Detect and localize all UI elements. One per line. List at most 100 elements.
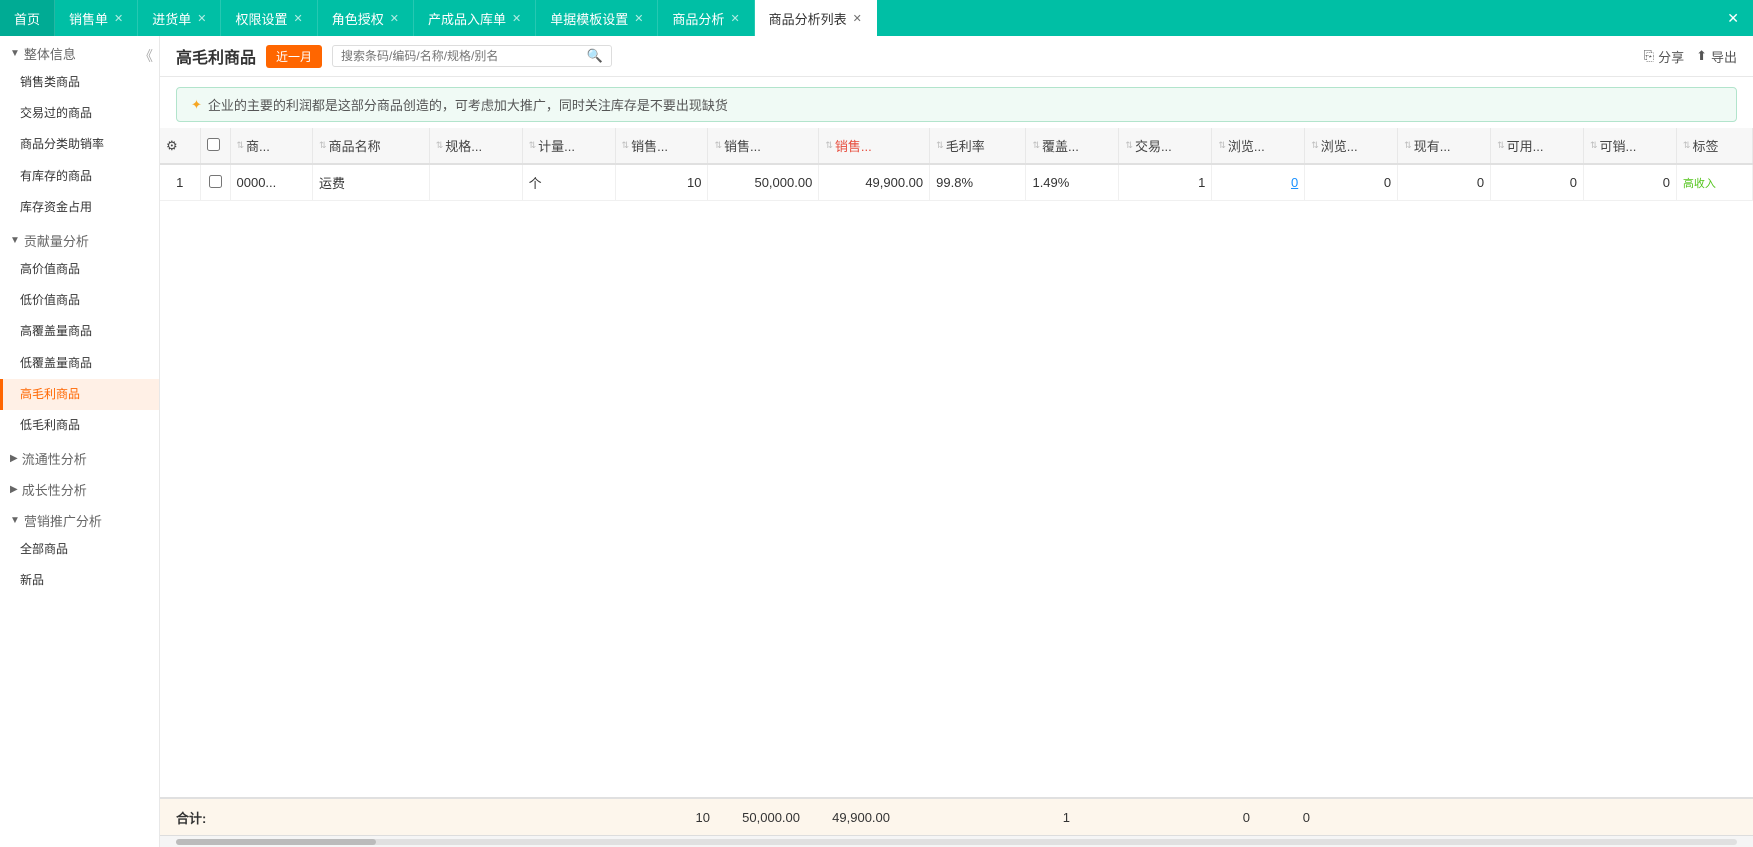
footer-sales-amt: 50,000.00 <box>716 810 806 825</box>
nav-product-analysis-list[interactable]: 商品分析列表 ✕ <box>755 0 877 36</box>
search-box: 🔍 <box>332 45 612 67</box>
col-available-stock[interactable]: ⇅可用... <box>1491 128 1584 164</box>
sidebar-item-new-goods[interactable]: 新品 <box>0 565 159 596</box>
footer-sales-profit: 49,900.00 <box>806 810 896 825</box>
sidebar-group-marketing[interactable]: ▼ 营销推广分析 <box>0 503 159 534</box>
page-title: 高毛利商品 <box>176 44 256 68</box>
row-sales-qty: 10 <box>615 164 708 201</box>
window-close-button[interactable]: ✕ <box>1713 10 1753 27</box>
col-saleable-stock[interactable]: ⇅可销... <box>1584 128 1677 164</box>
bulb-icon: ✦ <box>191 97 202 113</box>
sidebar-item-traded-goods[interactable]: 交易过的商品 <box>0 98 159 129</box>
sidebar-item-high-margin[interactable]: 高毛利商品 <box>0 379 159 410</box>
row-seq: 1 <box>160 164 200 201</box>
sidebar-item-high-coverage[interactable]: 高覆盖量商品 <box>0 316 159 347</box>
col-unit[interactable]: ⇅计量... <box>522 128 615 164</box>
row-unit: 个 <box>522 164 615 201</box>
col-sales-profit[interactable]: ⇅销售... <box>819 128 930 164</box>
row-tag: 高收入 <box>1676 164 1752 201</box>
nav-template-settings[interactable]: 单据模板设置 ✕ <box>536 0 658 36</box>
share-icon: ⎘ <box>1644 48 1654 64</box>
row-checkbox[interactable] <box>200 164 230 201</box>
search-input[interactable] <box>341 49 587 63</box>
col-code[interactable]: ⇅商... <box>230 128 313 164</box>
row-browse2: 0 <box>1305 164 1398 201</box>
row-name: 运费 <box>313 164 430 201</box>
sidebar-item-stocked-goods[interactable]: 有库存的商品 <box>0 161 159 192</box>
col-browse2[interactable]: ⇅浏览... <box>1305 128 1398 164</box>
footer-trade: 1 <box>1016 810 1076 825</box>
nav-close-icon[interactable]: ✕ <box>294 12 303 25</box>
sidebar-item-low-coverage[interactable]: 低覆盖量商品 <box>0 348 159 379</box>
sidebar-item-sales-goods[interactable]: 销售类商品 <box>0 67 159 98</box>
nav-close-icon[interactable]: ✕ <box>197 12 206 25</box>
sidebar-item-category-rate[interactable]: 商品分类助销率 <box>0 129 159 160</box>
sidebar-item-all-goods[interactable]: 全部商品 <box>0 534 159 565</box>
col-coverage[interactable]: ⇅覆盖... <box>1026 128 1119 164</box>
nav-purchase-order[interactable]: 进货单 ✕ <box>138 0 221 36</box>
row-sales-profit: 49,900.00 <box>819 164 930 201</box>
sidebar-group-contribution[interactable]: ▼ 贡献量分析 <box>0 223 159 254</box>
col-current-stock[interactable]: ⇅现有... <box>1398 128 1491 164</box>
sidebar-item-low-value[interactable]: 低价值商品 <box>0 285 159 316</box>
info-banner: ✦ 企业的主要的利润都是这部分商品创造的，可考虑加大推广，同时关注库存是不要出现… <box>176 87 1737 122</box>
row-spec <box>429 164 522 201</box>
sidebar-collapse-button[interactable]: 《 <box>139 46 153 66</box>
col-settings[interactable]: ⚙ <box>160 128 200 164</box>
footer-total-row: 合计: 10 50,000.00 49,900.00 1 0 0 <box>160 797 1753 835</box>
sidebar-group-overview[interactable]: ▼ 整体信息 <box>0 36 159 67</box>
sidebar-item-high-value[interactable]: 高价值商品 <box>0 254 159 285</box>
nav-close-icon[interactable]: ✕ <box>390 12 399 25</box>
nav-role-auth[interactable]: 角色授权 ✕ <box>318 0 414 36</box>
nav-permission-settings[interactable]: 权限设置 ✕ <box>221 0 317 36</box>
main-layout: 《 ▼ 整体信息 销售类商品 交易过的商品 商品分类助销率 有库存的商品 库存资… <box>0 36 1753 847</box>
share-button[interactable]: ⎘ 分享 <box>1644 47 1684 66</box>
nav-sales-order[interactable]: 销售单 ✕ <box>55 0 138 36</box>
sidebar-group-growth[interactable]: ▶ 成长性分析 <box>0 472 159 503</box>
col-name[interactable]: ⇅商品名称 <box>313 128 430 164</box>
footer-label: 合计: <box>176 808 296 827</box>
select-all-checkbox[interactable] <box>207 138 220 151</box>
horizontal-scrollbar[interactable] <box>160 835 1753 847</box>
scroll-thumb[interactable] <box>176 839 376 845</box>
content-header: 高毛利商品 近一月 🔍 ⎘ 分享 ⬆ 导出 <box>160 36 1753 77</box>
table-wrapper: ⚙ ⇅商... ⇅商品名称 ⇅规格... ⇅计量... ⇅销售... ⇅销售..… <box>160 128 1753 797</box>
nav-close-icon[interactable]: ✕ <box>634 12 643 25</box>
sidebar: 《 ▼ 整体信息 销售类商品 交易过的商品 商品分类助销率 有库存的商品 库存资… <box>0 36 160 847</box>
col-trade[interactable]: ⇅交易... <box>1119 128 1212 164</box>
nav-home[interactable]: 首页 <box>0 0 55 36</box>
col-gross-margin[interactable]: ⇅毛利率 <box>930 128 1026 164</box>
nav-product-analysis[interactable]: 商品分析 ✕ <box>658 0 754 36</box>
nav-close-icon[interactable]: ✕ <box>853 12 862 25</box>
nav-close-icon[interactable]: ✕ <box>512 12 521 25</box>
col-spec[interactable]: ⇅规格... <box>429 128 522 164</box>
nav-close-icon[interactable]: ✕ <box>730 12 739 25</box>
col-tag[interactable]: ⇅标签 <box>1676 128 1752 164</box>
top-navigation: 首页 销售单 ✕ 进货单 ✕ 权限设置 ✕ 角色授权 ✕ 产成品入库单 ✕ 单据… <box>0 0 1753 36</box>
time-filter-button[interactable]: 近一月 <box>266 45 322 68</box>
footer-values: 10 50,000.00 49,900.00 1 0 0 <box>296 810 1737 825</box>
export-icon: ⬆ <box>1696 48 1707 64</box>
nav-close-icon[interactable]: ✕ <box>114 12 123 25</box>
col-sales-amt[interactable]: ⇅销售... <box>708 128 819 164</box>
scroll-track <box>176 839 1737 845</box>
col-checkbox[interactable] <box>200 128 230 164</box>
nav-product-instock[interactable]: 产成品入库单 ✕ <box>414 0 536 36</box>
col-sales-qty[interactable]: ⇅销售... <box>615 128 708 164</box>
footer-current-stock: 0 <box>1196 810 1256 825</box>
chevron-down-icon: ▼ <box>10 515 20 526</box>
export-button[interactable]: ⬆ 导出 <box>1696 47 1737 66</box>
row-code: 0000... <box>230 164 313 201</box>
sidebar-item-capital-usage[interactable]: 库存资金占用 <box>0 192 159 223</box>
sidebar-group-liquidity[interactable]: ▶ 流通性分析 <box>0 441 159 472</box>
sidebar-item-low-margin[interactable]: 低毛利商品 <box>0 410 159 441</box>
row-trade: 1 <box>1119 164 1212 201</box>
header-actions: ⎘ 分享 ⬆ 导出 <box>1644 47 1737 66</box>
chevron-down-icon: ▼ <box>10 48 20 59</box>
data-table: ⚙ ⇅商... ⇅商品名称 ⇅规格... ⇅计量... ⇅销售... ⇅销售..… <box>160 128 1753 201</box>
row-browse1[interactable]: 0 <box>1212 164 1305 201</box>
search-icon[interactable]: 🔍 <box>587 48 603 64</box>
chevron-right-icon: ▶ <box>10 453 18 464</box>
table-row: 1 0000... 运费 个 10 50,000.00 49,900.00 99… <box>160 164 1753 201</box>
col-browse1[interactable]: ⇅浏览... <box>1212 128 1305 164</box>
